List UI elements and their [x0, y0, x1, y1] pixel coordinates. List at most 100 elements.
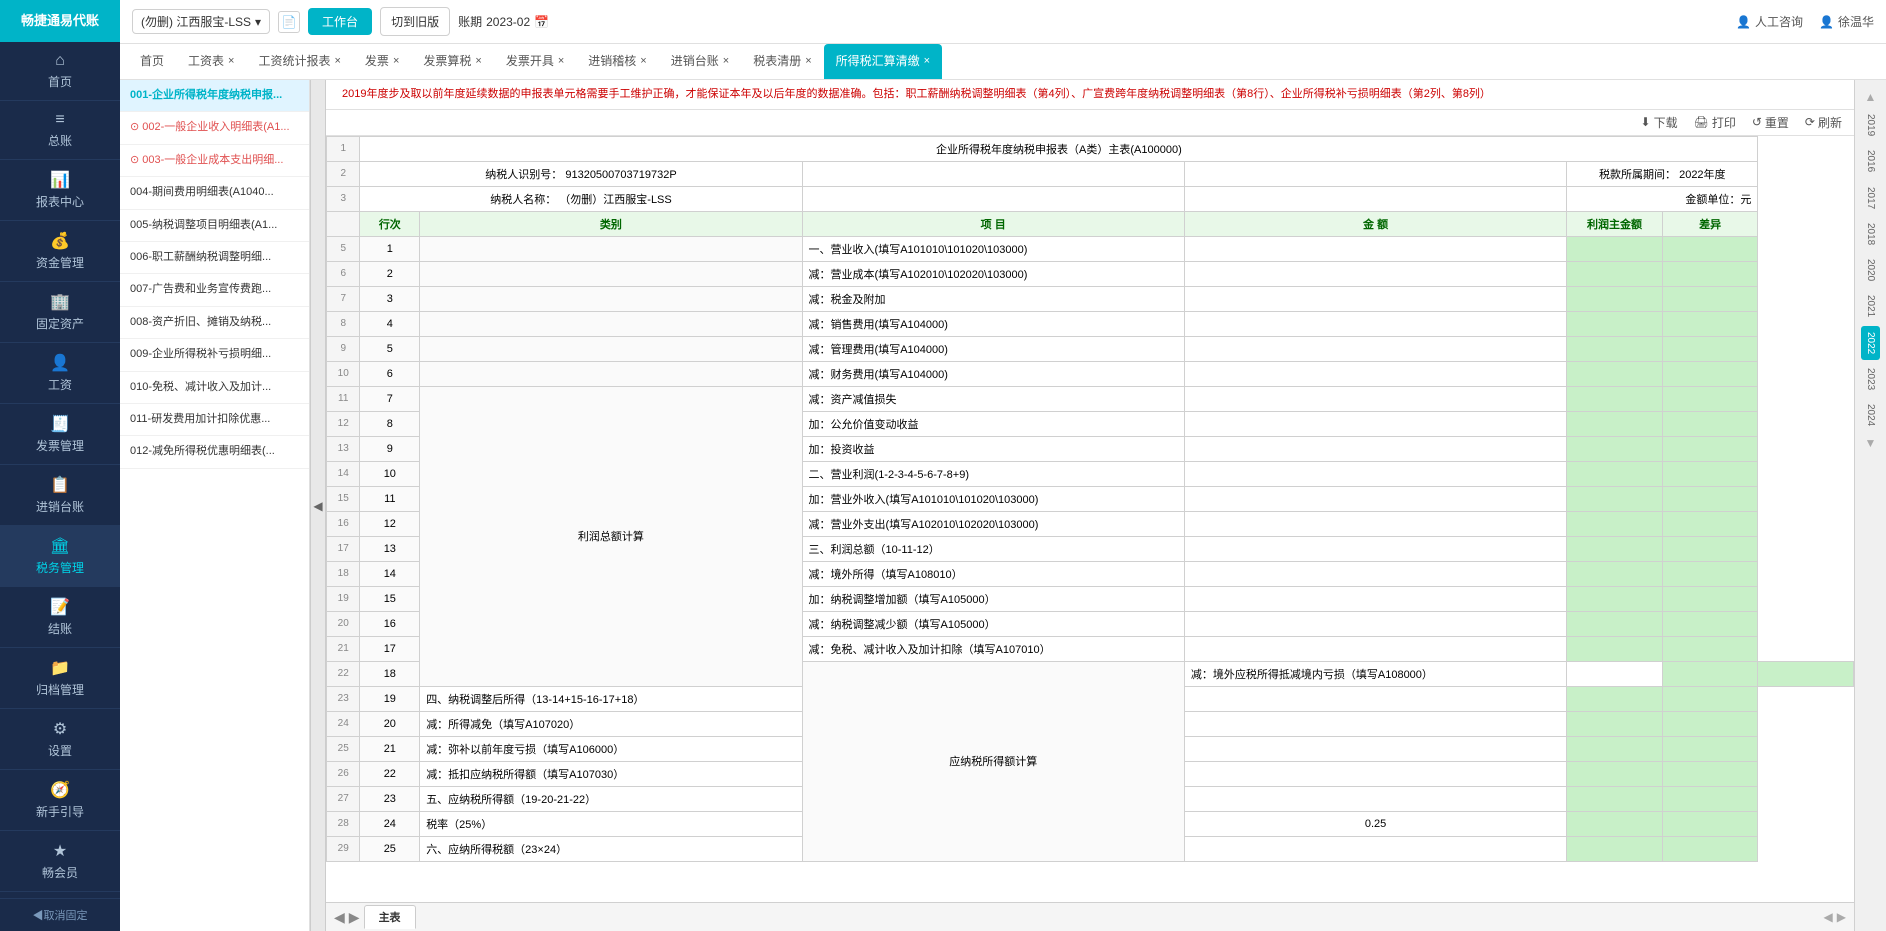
col-d-cell[interactable] [1184, 536, 1566, 561]
sidebar-item-archive[interactable]: 📁 归档管理 [0, 648, 120, 709]
col-d-cell[interactable] [1184, 436, 1566, 461]
col-e-cell[interactable] [1567, 411, 1663, 436]
col-f-cell[interactable] [1662, 236, 1758, 261]
tab-invoice[interactable]: 发票 × [353, 44, 411, 79]
sidebar-item-member[interactable]: ★ 畅会员 [0, 831, 120, 892]
col-e-cell[interactable] [1567, 436, 1663, 461]
tab-close-icon[interactable]: × [924, 55, 930, 67]
old-version-button[interactable]: 切到旧版 [380, 7, 450, 36]
tab-close-icon[interactable]: × [805, 55, 811, 67]
col-f-cell[interactable] [1662, 511, 1758, 536]
col-f-cell[interactable] [1662, 261, 1758, 286]
col-d-cell[interactable] [1184, 761, 1566, 786]
col-e-cell[interactable] [1567, 636, 1663, 661]
col-f-cell[interactable] [1662, 461, 1758, 486]
print-button[interactable]: 🖨 打印 [1694, 114, 1736, 131]
col-f-cell[interactable] [1662, 536, 1758, 561]
col-f-cell[interactable] [1662, 636, 1758, 661]
col-e-cell[interactable] [1567, 486, 1663, 511]
user-profile[interactable]: 👤 徐温华 [1819, 13, 1874, 30]
col-e-cell[interactable] [1567, 611, 1663, 636]
calendar-icon[interactable]: 📅 [534, 15, 549, 29]
year-2024[interactable]: 2024 [1861, 398, 1880, 432]
left-panel-item-001[interactable]: 001-企业所得税年度纳税申报... [120, 80, 309, 112]
reset-button[interactable]: ↺ 重置 [1752, 114, 1789, 131]
left-panel-item-009[interactable]: 009-企业所得税补亏损明细... [120, 339, 309, 371]
sidebar-item-settings[interactable]: ⚙ 设置 [0, 709, 120, 770]
col-e-cell[interactable] [1567, 586, 1663, 611]
sidebar-item-sales[interactable]: 📋 进销台账 [0, 465, 120, 526]
year-scroll-up[interactable]: ▲ [1863, 88, 1879, 106]
left-panel-item-007[interactable]: 007-广告费和业务宣传费跑... [120, 274, 309, 306]
year-2021[interactable]: 2021 [1861, 289, 1880, 323]
tab-close-icon[interactable]: × [723, 55, 729, 67]
col-f-cell[interactable] [1662, 436, 1758, 461]
col-d-cell[interactable] [1184, 311, 1566, 336]
tab-close-icon[interactable]: × [558, 55, 564, 67]
col-d-cell[interactable] [1567, 661, 1663, 686]
left-panel-item-011[interactable]: 011-研发费用加计扣除优惠... [120, 404, 309, 436]
col-e-cell[interactable] [1567, 836, 1663, 861]
tab-purchase-ledger[interactable]: 进销台账 × [659, 44, 741, 79]
col-f-cell[interactable] [1662, 786, 1758, 811]
col-f-cell[interactable] [1662, 286, 1758, 311]
col-e-cell[interactable] [1567, 236, 1663, 261]
year-2016[interactable]: 2016 [1861, 144, 1880, 178]
sidebar-item-guide[interactable]: 🧭 新手引导 [0, 770, 120, 831]
tab-close-icon[interactable]: × [334, 55, 340, 67]
col-e-cell[interactable] [1567, 761, 1663, 786]
tab-income-tax[interactable]: 所得税汇算清缴 × [824, 44, 942, 79]
sidebar-item-home[interactable]: ⌂ 首页 [0, 42, 120, 101]
tab-close-icon[interactable]: × [228, 55, 234, 67]
year-2018[interactable]: 2018 [1861, 217, 1880, 251]
tab-payroll[interactable]: 工资表 × [176, 44, 246, 79]
tab-payroll-stats[interactable]: 工资统计报表 × [246, 44, 352, 79]
company-selector[interactable]: (勿删) 江西服宝-LSS ▾ [132, 9, 270, 34]
col-d-cell[interactable] [1184, 361, 1566, 386]
col-e-cell[interactable] [1567, 286, 1663, 311]
tab-home[interactable]: 首页 [128, 44, 176, 79]
sheet-nav-left[interactable]: ◀ [334, 909, 345, 926]
col-f-cell[interactable] [1662, 486, 1758, 511]
year-2023[interactable]: 2023 [1861, 362, 1880, 396]
col-d-cell[interactable] [1184, 386, 1566, 411]
tab-close-icon[interactable]: × [640, 55, 646, 67]
col-d-cell[interactable] [1184, 286, 1566, 311]
tab-invoice-issue[interactable]: 发票开具 × [494, 44, 576, 79]
col-d-cell[interactable] [1184, 561, 1566, 586]
left-panel-item-006[interactable]: 006-职工薪酬纳税调整明细... [120, 242, 309, 274]
col-d-cell[interactable] [1184, 511, 1566, 536]
sheet-nav-right[interactable]: ▶ [349, 909, 360, 926]
col-d-cell[interactable] [1184, 411, 1566, 436]
col-f-cell[interactable] [1662, 611, 1758, 636]
tab-close-icon[interactable]: × [393, 55, 399, 67]
col-d-cell[interactable] [1184, 461, 1566, 486]
col-d-cell[interactable]: 0.25 [1184, 811, 1566, 836]
col-e-cell[interactable] [1567, 561, 1663, 586]
tab-invoice-tax[interactable]: 发票算税 × [411, 44, 493, 79]
sidebar-item-ledger[interactable]: ≡ 总账 [0, 101, 120, 160]
left-panel-item-008[interactable]: 008-资产折旧、摊销及纳税... [120, 307, 309, 339]
col-d-cell[interactable] [1184, 586, 1566, 611]
document-icon[interactable]: 📄 [278, 11, 300, 33]
col-d-cell[interactable] [1184, 261, 1566, 286]
col-e-cell[interactable] [1567, 386, 1663, 411]
left-panel-item-002[interactable]: ⊙002-一般企业收入明细表(A1... [120, 112, 309, 144]
workspace-button[interactable]: 工作台 [308, 8, 372, 35]
col-e-cell[interactable] [1567, 536, 1663, 561]
scroll-right-icon[interactable]: ▶ [1837, 910, 1846, 924]
col-e-cell[interactable] [1567, 711, 1663, 736]
scroll-left-icon[interactable]: ◀ [1824, 910, 1833, 924]
col-f-cell[interactable] [1758, 661, 1854, 686]
left-panel-item-010[interactable]: 010-免税、减计收入及加计... [120, 372, 309, 404]
col-f-cell[interactable] [1662, 811, 1758, 836]
col-e-cell[interactable] [1567, 686, 1663, 711]
col-f-cell[interactable] [1662, 686, 1758, 711]
col-e-cell[interactable] [1662, 661, 1758, 686]
sidebar-item-assets[interactable]: 🏢 固定资产 [0, 282, 120, 343]
refresh-button[interactable]: ⟳ 刷新 [1805, 114, 1842, 131]
col-d-cell[interactable] [1184, 611, 1566, 636]
col-f-cell[interactable] [1662, 761, 1758, 786]
col-f-cell[interactable] [1662, 411, 1758, 436]
sidebar-item-closing[interactable]: 📝 结账 [0, 587, 120, 648]
